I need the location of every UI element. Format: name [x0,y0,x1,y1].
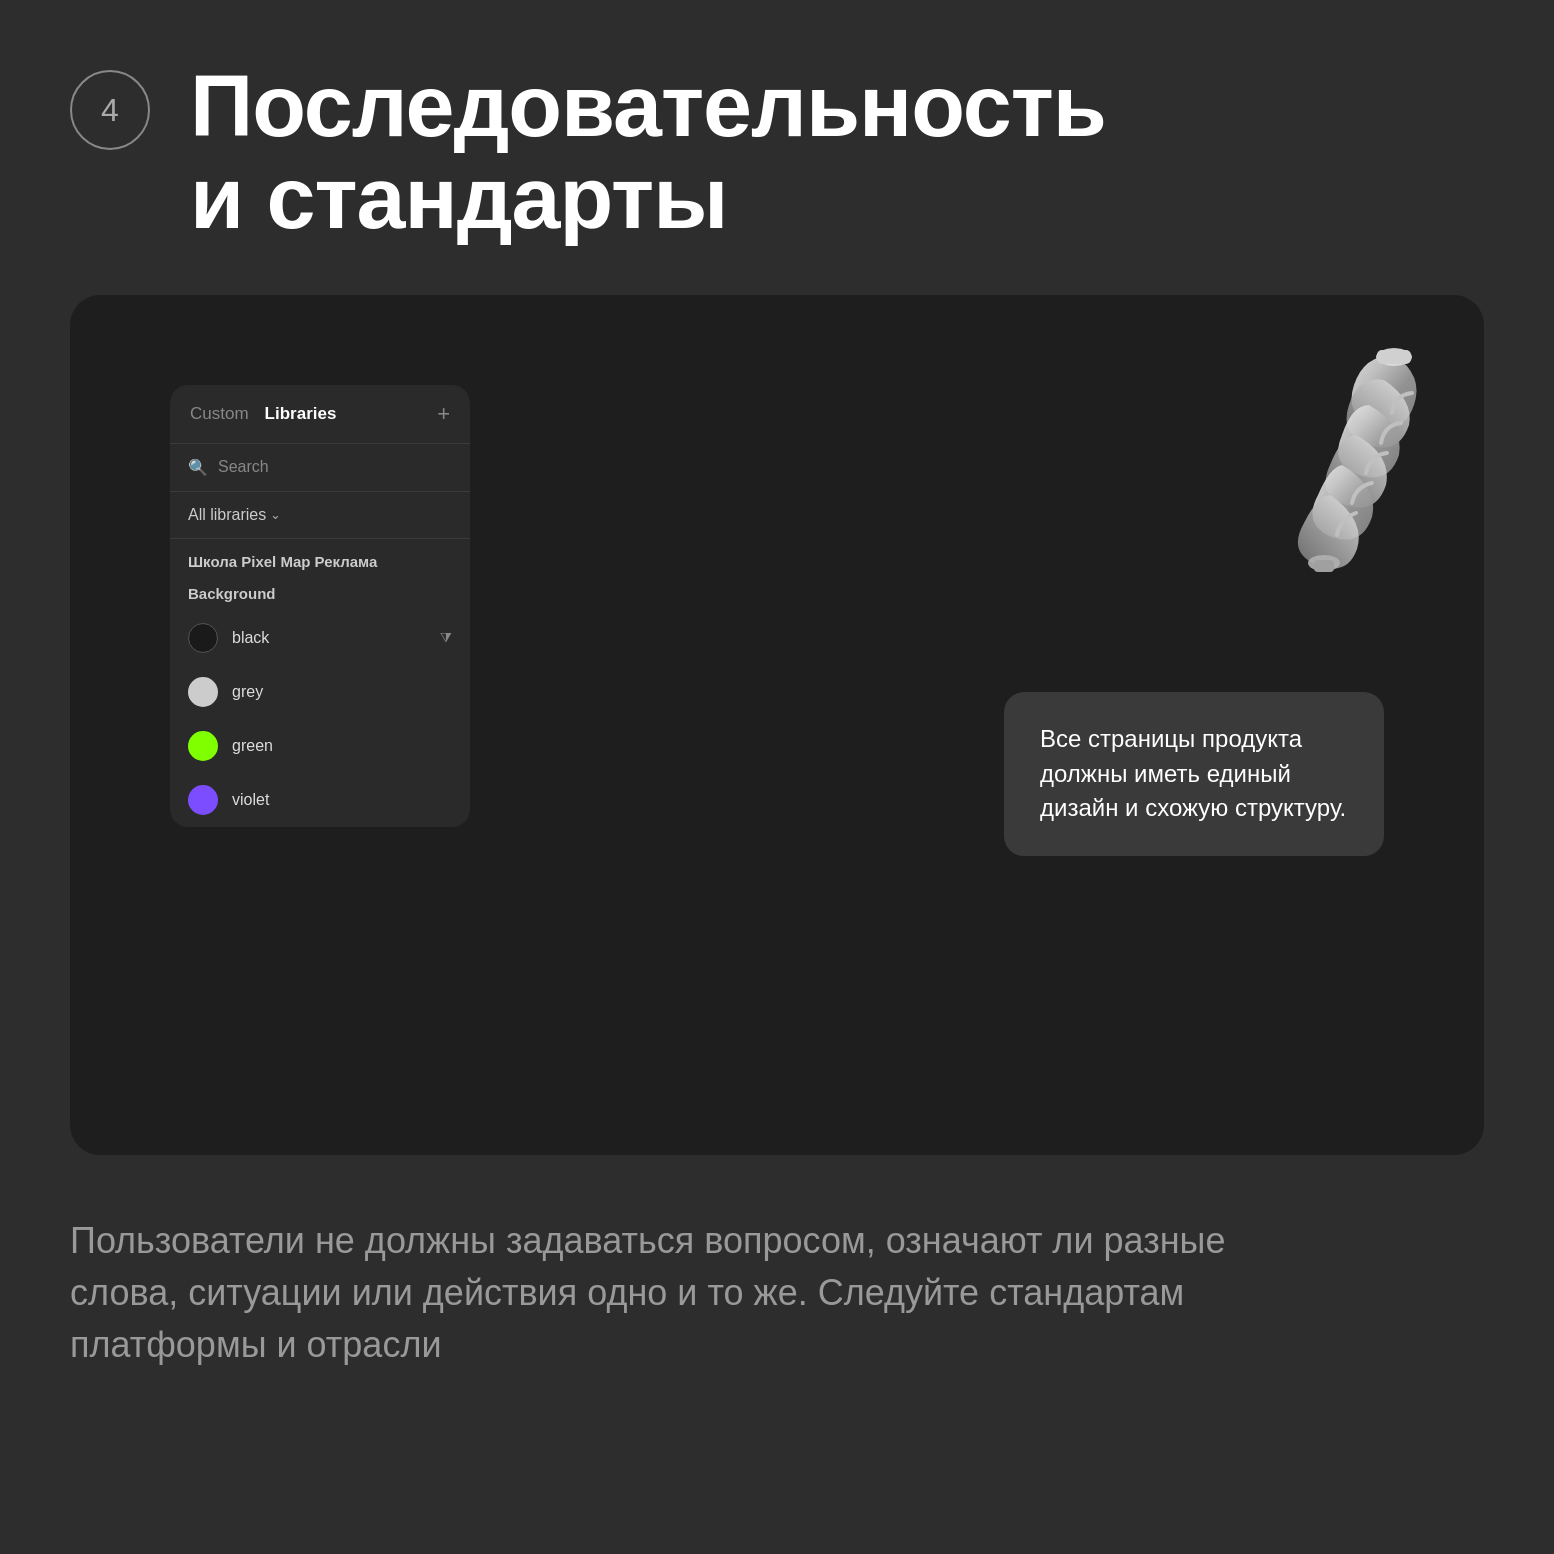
search-icon: 🔍 [188,458,208,477]
page-title: Последовательность и стандарты [190,60,1106,245]
color-name-violet: violet [232,791,269,809]
all-libraries-label: All libraries [188,506,266,524]
color-name-grey: grey [232,683,263,701]
color-swatch-grey [188,677,218,707]
section-label-row: Background [170,577,470,611]
color-name-black: black [232,629,269,647]
footer-text: Пользователи не должны задаваться вопрос… [70,1215,1270,1372]
main-card: Custom Libraries + 🔍 Search All librarie… [70,295,1484,1155]
step-number: 4 [101,92,119,129]
search-row[interactable]: 🔍 Search [170,444,470,492]
color-item-black[interactable]: black ⧩ [170,611,470,665]
page-wrapper: 4 Последовательность и стандарты [0,0,1554,1554]
svg-rect-3 [1377,350,1411,364]
speech-bubble: Все страницы продукта должны иметь едины… [1004,692,1384,856]
color-item-violet[interactable]: violet [170,773,470,827]
panel-tabs: Custom Libraries + [170,385,470,444]
speech-bubble-text: Все страницы продукта должны иметь едины… [1040,725,1346,822]
tab-custom[interactable]: Custom [190,404,249,424]
chevron-down-icon: ⌄ [270,507,281,522]
color-item-grey[interactable]: grey [170,665,470,719]
all-libraries-row[interactable]: All libraries ⌄ [170,492,470,539]
tab-libraries[interactable]: Libraries [265,404,337,424]
search-input[interactable]: Search [218,458,269,476]
libraries-panel: Custom Libraries + 🔍 Search All librarie… [170,385,470,827]
color-swatch-green [188,731,218,761]
color-swatch-black [188,623,218,653]
spiral-decoration [1194,325,1454,605]
library-name: Школа Pixel Map Реклама [188,553,377,570]
color-item-green[interactable]: green [170,719,470,773]
color-swatch-violet [188,785,218,815]
step-badge: 4 [70,70,150,150]
library-name-row: Школа Pixel Map Реклама [170,539,470,577]
adjust-icon[interactable]: ⧩ [440,629,452,646]
color-name-green: green [232,737,273,755]
header-section: 4 Последовательность и стандарты [70,60,1484,245]
svg-rect-1 [1314,560,1334,572]
add-library-button[interactable]: + [437,403,450,425]
section-label: Background [188,585,276,602]
